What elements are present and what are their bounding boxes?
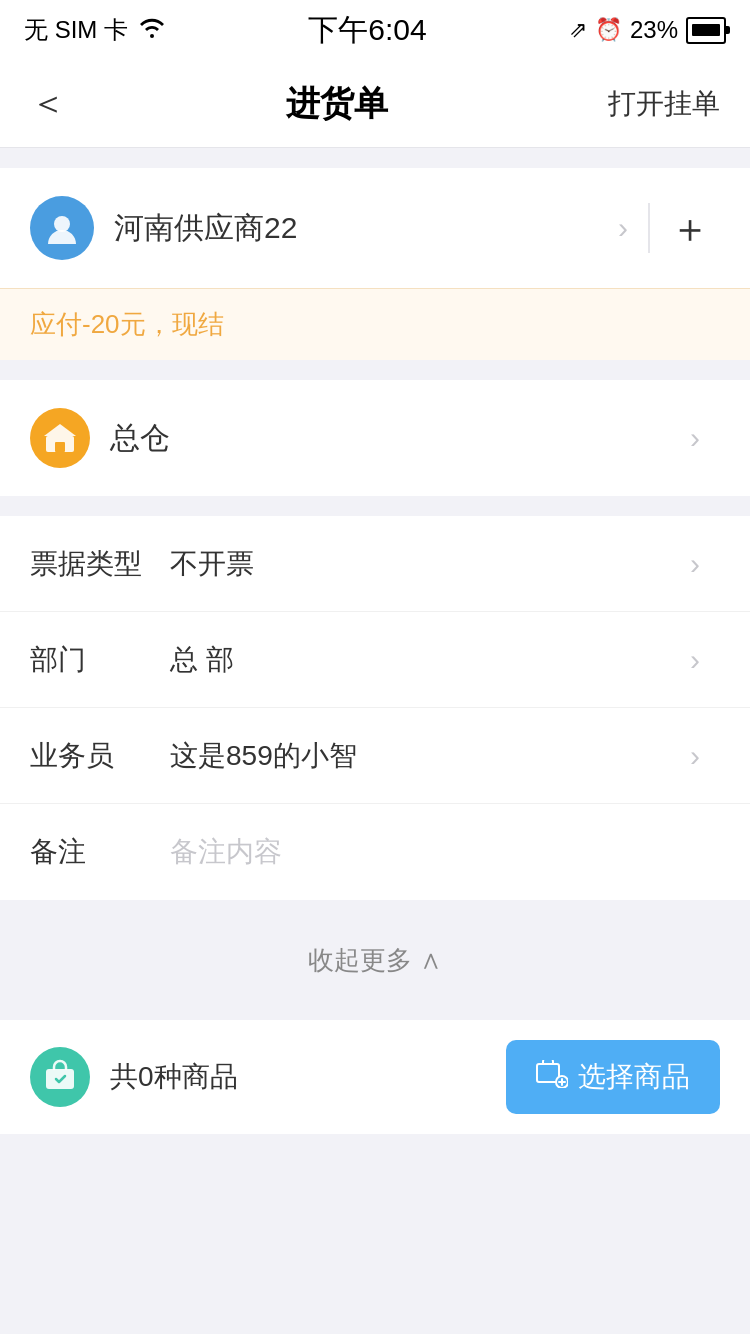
- svg-rect-4: [46, 1069, 74, 1089]
- product-count: 共0种商品: [110, 1058, 506, 1096]
- status-left: 无 SIM 卡: [24, 14, 166, 46]
- back-button[interactable]: ＜: [30, 79, 66, 128]
- status-time: 下午6:04: [308, 10, 426, 51]
- location-icon: ⇗: [569, 17, 587, 43]
- wifi-icon: [138, 16, 166, 44]
- dept-chevron-icon: ›: [690, 643, 700, 677]
- warehouse-icon: [30, 408, 90, 468]
- supplier-row[interactable]: 河南供应商22 › ＋: [0, 168, 750, 288]
- carrier-label: 无 SIM 卡: [24, 14, 128, 46]
- remark-input[interactable]: 备注内容: [170, 833, 720, 871]
- nav-bar: ＜ 进货单 打开挂单: [0, 60, 750, 148]
- supplier-chevron-icon: ›: [618, 211, 628, 245]
- add-supplier-button[interactable]: ＋: [660, 201, 720, 256]
- page-title: 进货单: [286, 81, 388, 127]
- supplier-divider: [648, 203, 650, 253]
- sales-chevron-icon: ›: [690, 739, 700, 773]
- battery-icon: [686, 17, 726, 44]
- remark-label: 备注: [30, 833, 150, 871]
- alarm-icon: ⏰: [595, 17, 622, 43]
- warehouse-chevron-icon: ›: [690, 421, 700, 455]
- select-product-button[interactable]: 选择商品: [506, 1040, 720, 1114]
- sales-label: 业务员: [30, 737, 150, 775]
- status-bar: 无 SIM 卡 下午6:04 ⇗ ⏰ 23%: [0, 0, 750, 60]
- invoice-value: 不开票: [170, 545, 690, 583]
- notice-bar: 应付-20元，现结: [0, 288, 750, 360]
- svg-point-0: [54, 216, 70, 232]
- battery-label: 23%: [630, 16, 678, 44]
- dept-value: 总 部: [170, 641, 690, 679]
- collapse-bar[interactable]: 收起更多 ∧: [0, 920, 750, 1000]
- dept-label: 部门: [30, 641, 150, 679]
- sales-value: 这是859的小智: [170, 737, 690, 775]
- invoice-label: 票据类型: [30, 545, 150, 583]
- supplier-avatar: [30, 196, 94, 260]
- supplier-card: 河南供应商22 › ＋ 应付-20元，现结: [0, 168, 750, 360]
- dept-row[interactable]: 部门 总 部 ›: [0, 612, 750, 708]
- sales-row[interactable]: 业务员 这是859的小智 ›: [0, 708, 750, 804]
- notice-text: 应付-20元，现结: [30, 309, 224, 339]
- select-product-icon: [536, 1060, 568, 1095]
- section-gap-1: [0, 148, 750, 168]
- open-pending-button[interactable]: 打开挂单: [608, 85, 720, 123]
- warehouse-row[interactable]: 总仓 ›: [0, 380, 750, 496]
- collapse-label: 收起更多 ∧: [308, 943, 441, 978]
- remark-row[interactable]: 备注 备注内容: [0, 804, 750, 900]
- invoice-type-row[interactable]: 票据类型 不开票 ›: [0, 516, 750, 612]
- svg-rect-3: [55, 442, 65, 452]
- bottom-bar: 共0种商品 选择商品: [0, 1020, 750, 1134]
- select-product-label: 选择商品: [578, 1058, 690, 1096]
- warehouse-name: 总仓: [110, 418, 690, 459]
- supplier-name: 河南供应商22: [114, 208, 618, 249]
- svg-marker-2: [44, 424, 76, 436]
- status-right: ⇗ ⏰ 23%: [569, 16, 726, 44]
- invoice-chevron-icon: ›: [690, 547, 700, 581]
- product-icon: [30, 1047, 90, 1107]
- form-section: 票据类型 不开票 › 部门 总 部 › 业务员 这是859的小智 › 备注 备注…: [0, 516, 750, 900]
